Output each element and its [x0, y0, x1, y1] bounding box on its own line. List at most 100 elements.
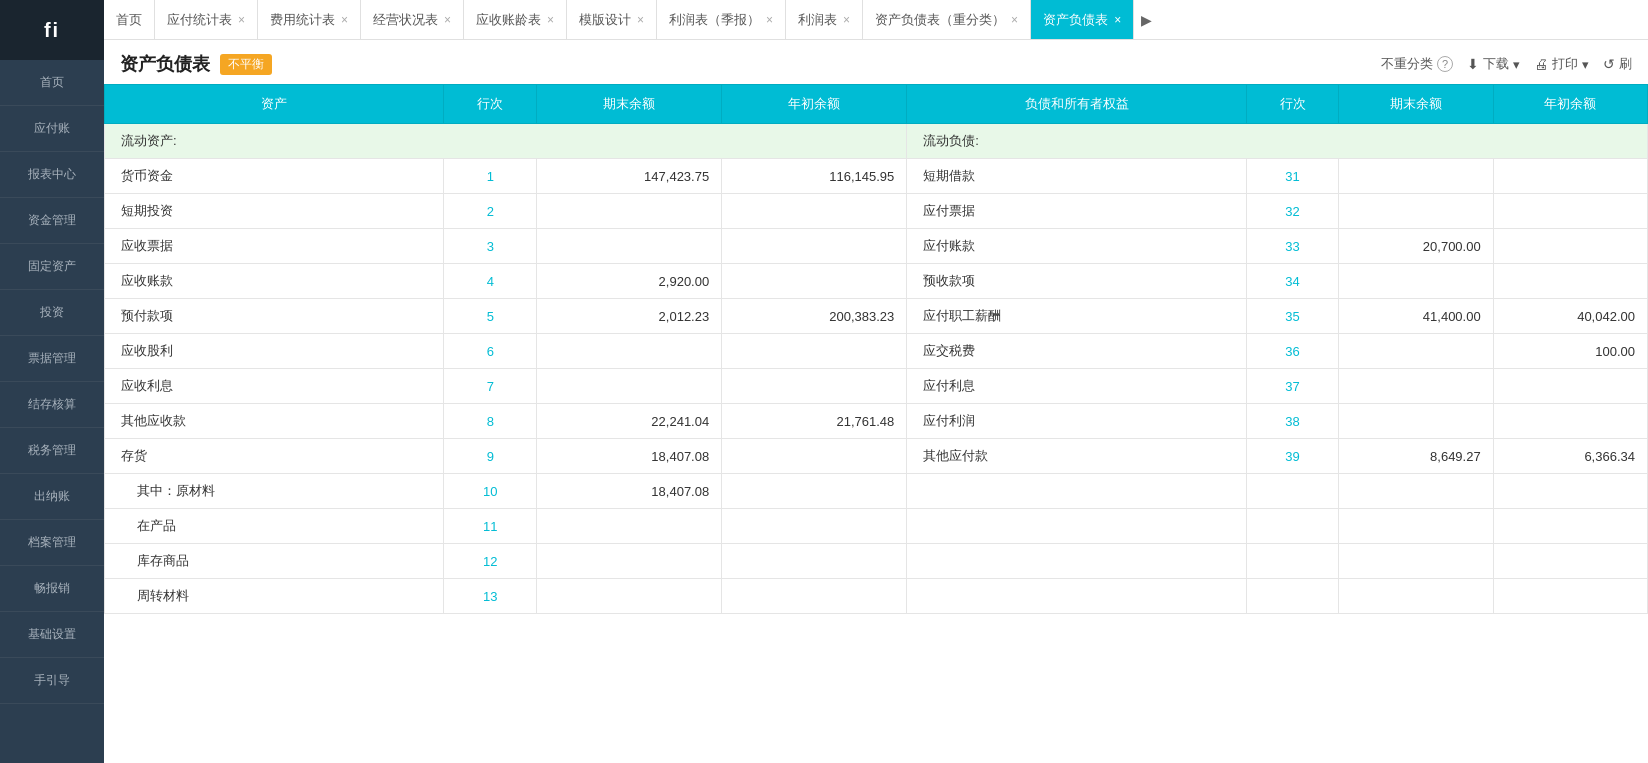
tab-payable-stat[interactable]: 应付统计表 × [155, 0, 258, 39]
section-row: 流动资产: 流动负债: [105, 124, 1648, 159]
sidebar-logo: fi [0, 0, 104, 60]
tab-balance[interactable]: 资产负债表 × [1031, 0, 1134, 39]
liability-row-num[interactable]: 39 [1246, 439, 1339, 474]
asset-start-balance [722, 194, 907, 229]
liability-end-balance [1339, 474, 1493, 509]
print-arrow-icon: ▾ [1582, 57, 1589, 72]
sidebar-item-report-center[interactable]: 报表中心 [0, 152, 104, 198]
tab-receivable-aging-close[interactable]: × [547, 13, 554, 27]
sidebar-item-investment[interactable]: 投资 [0, 290, 104, 336]
tab-home[interactable]: 首页 [104, 0, 155, 39]
liability-row-num[interactable]: 37 [1246, 369, 1339, 404]
asset-row-num[interactable]: 5 [444, 299, 537, 334]
asset-end-balance [537, 579, 722, 614]
asset-row-num[interactable]: 6 [444, 334, 537, 369]
liability-end-balance [1339, 194, 1493, 229]
liability-row-num[interactable]: 34 [1246, 264, 1339, 299]
tab-profit-quarterly-close[interactable]: × [766, 13, 773, 27]
liability-end-balance: 41,400.00 [1339, 299, 1493, 334]
liability-row-num[interactable]: 36 [1246, 334, 1339, 369]
download-arrow-icon: ▾ [1513, 57, 1520, 72]
tab-balance-close[interactable]: × [1114, 13, 1121, 27]
liability-row-num[interactable]: 31 [1246, 159, 1339, 194]
tab-operation-close[interactable]: × [444, 13, 451, 27]
asset-row-num[interactable]: 9 [444, 439, 537, 474]
liability-end-balance [1339, 264, 1493, 299]
no-reclassify-btn[interactable]: 不重分类 ? [1381, 55, 1453, 73]
report-title-area: 资产负债表 不平衡 [120, 52, 272, 76]
asset-row-num[interactable]: 7 [444, 369, 537, 404]
asset-name: 存货 [105, 439, 444, 474]
liability-start-balance: 100.00 [1493, 334, 1647, 369]
liability-name: 其他应付款 [907, 439, 1246, 474]
refresh-icon: ↺ [1603, 56, 1615, 72]
tab-balance-reclassify[interactable]: 资产负债表（重分类） × [863, 0, 1031, 39]
tab-balance-reclassify-close[interactable]: × [1011, 13, 1018, 27]
asset-row-num[interactable]: 2 [444, 194, 537, 229]
sidebar-item-inventory[interactable]: 结存核算 [0, 382, 104, 428]
print-btn[interactable]: 🖨 打印 ▾ [1534, 55, 1589, 73]
asset-row-num[interactable]: 11 [444, 509, 537, 544]
asset-start-balance [722, 229, 907, 264]
help-icon[interactable]: ? [1437, 56, 1453, 72]
sidebar-item-tax[interactable]: 税务管理 [0, 428, 104, 474]
sidebar-item-fund-mgmt[interactable]: 资金管理 [0, 198, 104, 244]
sidebar-item-home[interactable]: 首页 [0, 60, 104, 106]
liability-row-num[interactable]: 32 [1246, 194, 1339, 229]
table-row: 在产品 11 [105, 509, 1648, 544]
sidebar-item-bill-mgmt[interactable]: 票据管理 [0, 336, 104, 382]
asset-row-num[interactable]: 10 [444, 474, 537, 509]
tab-payable-stat-close[interactable]: × [238, 13, 245, 27]
asset-end-balance [537, 544, 722, 579]
liability-row-num [1246, 474, 1339, 509]
col-header-start-left: 年初余额 [722, 85, 907, 124]
balance-sheet-table: 资产 行次 期末余额 年初余额 负债和所有者权益 行次 期末余额 年初余额 流动… [104, 84, 1648, 614]
liability-end-balance [1339, 404, 1493, 439]
sidebar-item-settings[interactable]: 基础设置 [0, 612, 104, 658]
tab-arrow-right[interactable]: ▶ [1134, 12, 1158, 28]
sidebar-item-payable[interactable]: 应付账 [0, 106, 104, 152]
tab-expense-stat[interactable]: 费用统计表 × [258, 0, 361, 39]
liability-name: 应付票据 [907, 194, 1246, 229]
tab-bar: 首页 应付统计表 × 费用统计表 × 经营状况表 × 应收账龄表 × 模版设计 … [104, 0, 1648, 40]
asset-row-num[interactable]: 1 [444, 159, 537, 194]
liability-start-balance: 6,366.34 [1493, 439, 1647, 474]
liability-row-num[interactable]: 35 [1246, 299, 1339, 334]
download-btn[interactable]: ⬇ 下载 ▾ [1467, 55, 1520, 73]
asset-end-balance: 18,407.08 [537, 439, 722, 474]
liability-start-balance [1493, 474, 1647, 509]
liability-start-balance [1493, 404, 1647, 439]
asset-row-num[interactable]: 4 [444, 264, 537, 299]
refresh-btn[interactable]: ↺ 刷 [1603, 55, 1632, 73]
tab-receivable-aging[interactable]: 应收账龄表 × [464, 0, 567, 39]
liability-end-balance [1339, 334, 1493, 369]
sidebar-item-archive[interactable]: 档案管理 [0, 520, 104, 566]
sidebar-item-expense[interactable]: 畅报销 [0, 566, 104, 612]
liability-name: 应交税费 [907, 334, 1246, 369]
table-row: 库存商品 12 [105, 544, 1648, 579]
liability-row-num[interactable]: 33 [1246, 229, 1339, 264]
tab-profit[interactable]: 利润表 × [786, 0, 863, 39]
liability-row-num[interactable]: 38 [1246, 404, 1339, 439]
tab-template-design[interactable]: 模版设计 × [567, 0, 657, 39]
tab-profit-quarterly[interactable]: 利润表（季报） × [657, 0, 786, 39]
asset-row-num[interactable]: 8 [444, 404, 537, 439]
col-header-row-left: 行次 [444, 85, 537, 124]
tab-operation[interactable]: 经营状况表 × [361, 0, 464, 39]
asset-row-num[interactable]: 3 [444, 229, 537, 264]
tab-template-design-close[interactable]: × [637, 13, 644, 27]
asset-row-num[interactable]: 13 [444, 579, 537, 614]
tab-profit-close[interactable]: × [843, 13, 850, 27]
no-reclassify-label: 不重分类 [1381, 55, 1433, 73]
liability-start-balance [1493, 369, 1647, 404]
asset-end-balance: 18,407.08 [537, 474, 722, 509]
asset-name: 其他应收款 [105, 404, 444, 439]
liability-start-balance [1493, 229, 1647, 264]
sidebar-item-cashier[interactable]: 出纳账 [0, 474, 104, 520]
sidebar-item-guide[interactable]: 手引导 [0, 658, 104, 704]
asset-row-num[interactable]: 12 [444, 544, 537, 579]
asset-end-balance: 147,423.75 [537, 159, 722, 194]
print-label: 打印 [1552, 55, 1578, 73]
sidebar-item-fixed-assets[interactable]: 固定资产 [0, 244, 104, 290]
tab-expense-stat-close[interactable]: × [341, 13, 348, 27]
